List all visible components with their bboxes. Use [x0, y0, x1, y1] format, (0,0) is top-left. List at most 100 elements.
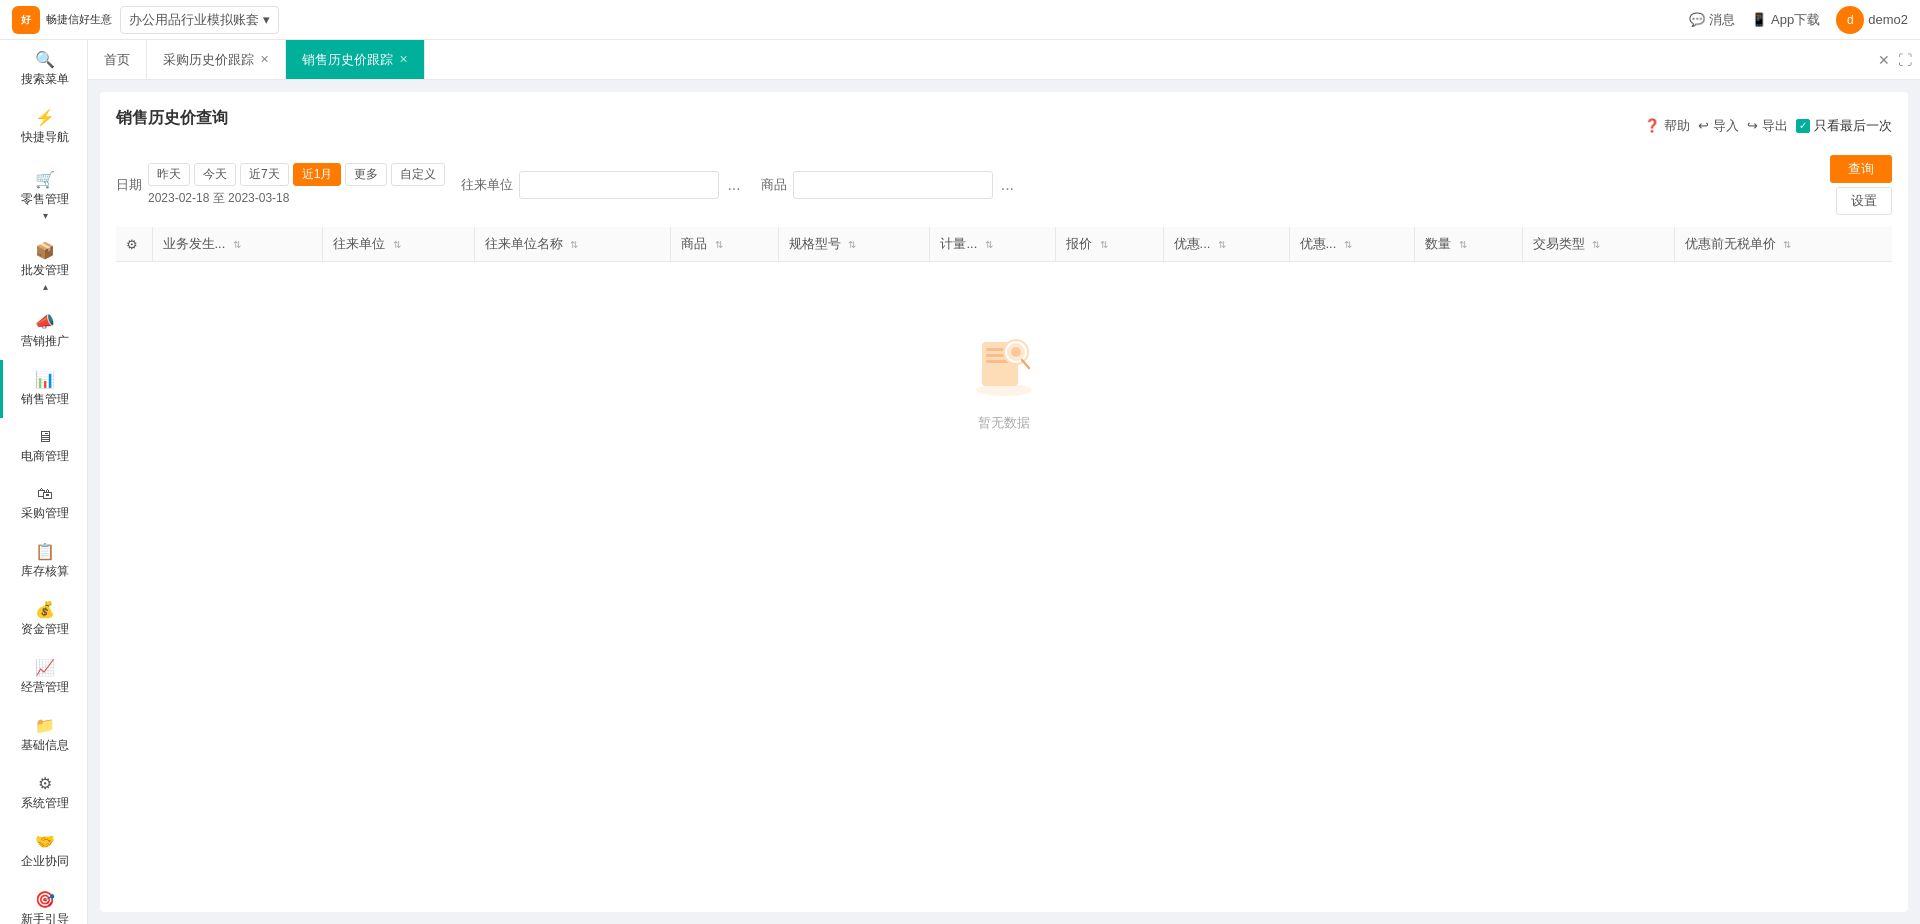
settings-button[interactable]: 设置	[1836, 187, 1892, 215]
main-layout: 🔍 搜索菜单 ⚡ 快捷导航 🛒 零售管理 ▾ 📦 批发管理 ▴ 📣 营销推广 📊…	[0, 40, 1920, 924]
date-btn-last7[interactable]: 近7天	[240, 163, 289, 186]
system-icon: ⚙	[38, 774, 52, 793]
sidebar-item-system[interactable]: ⚙ 系统管理	[0, 764, 87, 822]
th-spec[interactable]: 规格型号 ⇅	[778, 227, 930, 262]
th-trade-type[interactable]: 交易类型 ⇅	[1522, 227, 1674, 262]
sidebar-label-ecommerce: 电商管理	[21, 448, 69, 465]
page-content: 销售历史价查询 ❓ 帮助 ↩ 导入 ↪ 导出	[88, 80, 1920, 924]
sidebar-item-finance[interactable]: 💰 资金管理	[0, 590, 87, 648]
tab-purchase-history[interactable]: 采购历史价跟踪 ✕	[147, 40, 286, 79]
chevron-up-icon: ▴	[43, 281, 48, 292]
th-partner-code[interactable]: 往来单位 ⇅	[322, 227, 474, 262]
help-action[interactable]: ❓ 帮助	[1644, 117, 1690, 135]
sort-arrows-partner: ⇅	[393, 239, 401, 250]
empty-text: 暂无数据	[978, 414, 1030, 432]
enterprise-icon: 🤝	[35, 832, 55, 851]
date-btn-yesterday[interactable]: 昨天	[148, 163, 190, 186]
logo-area: 好 畅捷信好生意	[12, 6, 112, 34]
only-last-checkbox-label[interactable]: ✓ 只看最后一次	[1796, 117, 1892, 135]
tab-sales-history[interactable]: 销售历史价跟踪 ✕	[286, 40, 425, 79]
th-gear[interactable]: ⚙	[116, 227, 152, 262]
product-input[interactable]	[793, 171, 993, 199]
sidebar-item-quick-nav[interactable]: ⚡ 快捷导航	[0, 98, 87, 156]
tabs-close-all-icon[interactable]: ✕	[1878, 52, 1890, 68]
sales-icon: 📊	[35, 370, 55, 389]
date-btn-last1m[interactable]: 近1月	[293, 163, 342, 186]
user-action[interactable]: d demo2	[1836, 6, 1908, 34]
th-discount2[interactable]: 优惠... ⇅	[1289, 227, 1415, 262]
sidebar-item-search-menu[interactable]: 🔍 搜索菜单	[0, 40, 87, 98]
query-button[interactable]: 查询	[1830, 155, 1892, 183]
product-picker-icon[interactable]: ...	[997, 176, 1018, 194]
sidebar-item-sales[interactable]: 📊 销售管理	[0, 360, 87, 418]
tab-purchase-label: 采购历史价跟踪	[163, 51, 254, 69]
quick-nav-icon: ⚡	[35, 108, 55, 127]
sidebar-item-enterprise[interactable]: 🤝 企业协同	[0, 822, 87, 880]
tab-purchase-close-icon[interactable]: ✕	[260, 53, 269, 66]
th-quantity[interactable]: 数量 ⇅	[1415, 227, 1522, 262]
table-container: ⚙ 业务发生... ⇅ 往来单位 ⇅	[116, 227, 1892, 492]
tab-home-label: 首页	[104, 51, 130, 69]
th-partner-name[interactable]: 往来单位名称 ⇅	[474, 227, 670, 262]
sort-arrows-trade: ⇅	[1592, 239, 1600, 250]
th-business-date-label: 业务发生...	[163, 236, 226, 251]
header-left: 好 畅捷信好生意 办公用品行业模拟账套 ▾	[12, 6, 279, 34]
page-title: 销售历史价查询	[116, 108, 228, 129]
th-pre-tax-label: 优惠前无税单价	[1685, 236, 1776, 251]
sidebar-item-retail[interactable]: 🛒 零售管理 ▾	[0, 160, 87, 231]
th-product[interactable]: 商品 ⇅	[671, 227, 778, 262]
message-action[interactable]: 💬 消息	[1689, 11, 1735, 29]
date-btn-custom[interactable]: 自定义	[391, 163, 445, 186]
sidebar-item-guide[interactable]: 🎯 新手引导	[0, 880, 87, 924]
tabs-expand-icon[interactable]: ⛶	[1898, 52, 1912, 68]
export-label: 导出	[1762, 117, 1788, 135]
gear-icon: ⚙	[126, 237, 138, 252]
phone-icon: 📱	[1751, 12, 1767, 27]
top-header: 好 畅捷信好生意 办公用品行业模拟账套 ▾ 💬 消息 📱 App下载 d dem…	[0, 0, 1920, 40]
partner-input[interactable]	[519, 171, 719, 199]
th-unit-label: 计量...	[940, 236, 977, 251]
app-selector-button[interactable]: 办公用品行业模拟账套 ▾	[120, 6, 279, 34]
sidebar-item-inventory[interactable]: 📋 库存核算	[0, 532, 87, 590]
sidebar-label-sales: 销售管理	[21, 391, 69, 408]
logo-text: 畅捷信好生意	[46, 12, 112, 26]
retail-icon: 🛒	[35, 170, 55, 189]
sidebar-label-retail: 零售管理	[21, 191, 69, 208]
sidebar-item-basic-info[interactable]: 📁 基础信息	[0, 706, 87, 764]
help-label: 帮助	[1664, 117, 1690, 135]
sidebar-label-inventory: 库存核算	[21, 563, 69, 580]
sidebar-item-ecommerce[interactable]: 🖥 电商管理	[0, 418, 87, 475]
content-area: 首页 采购历史价跟踪 ✕ 销售历史价跟踪 ✕ ✕ ⛶ 销售历史价查询	[88, 40, 1920, 924]
sidebar-label-wholesale: 批发管理	[21, 262, 69, 279]
tab-home[interactable]: 首页	[88, 40, 147, 79]
export-action[interactable]: ↪ 导出	[1747, 117, 1788, 135]
search-icon: 🔍	[35, 50, 55, 69]
only-last-label: 只看最后一次	[1814, 117, 1892, 135]
partner-label: 往来单位	[461, 176, 513, 194]
sidebar-item-operations[interactable]: 📈 经营管理	[0, 648, 87, 706]
app-selector-label: 办公用品行业模拟账套	[129, 11, 259, 29]
sidebar-item-wholesale[interactable]: 📦 批发管理 ▴	[0, 231, 87, 302]
only-last-checkbox[interactable]: ✓	[1796, 119, 1810, 133]
tab-sales-close-icon[interactable]: ✕	[399, 53, 408, 66]
date-filter: 昨天 今天 近7天 近1月 更多 自定义 2023-02-18 至 2023-0…	[148, 163, 445, 207]
th-unit[interactable]: 计量... ⇅	[930, 227, 1056, 262]
th-business-date[interactable]: 业务发生... ⇅	[152, 227, 322, 262]
partner-picker-icon[interactable]: ...	[723, 176, 744, 194]
sidebar-item-marketing[interactable]: 📣 营销推广	[0, 302, 87, 360]
import-action[interactable]: ↩ 导入	[1698, 117, 1739, 135]
data-table: ⚙ 业务发生... ⇅ 往来单位 ⇅	[116, 227, 1892, 262]
app-download-action[interactable]: 📱 App下载	[1751, 11, 1820, 29]
message-icon: 💬	[1689, 12, 1705, 27]
th-product-label: 商品	[681, 236, 707, 251]
sidebar-item-purchase[interactable]: 🛍 采购管理	[0, 475, 87, 532]
th-price[interactable]: 报价 ⇅	[1056, 227, 1163, 262]
table-header: ⚙ 业务发生... ⇅ 往来单位 ⇅	[116, 227, 1892, 262]
th-discount1[interactable]: 优惠... ⇅	[1163, 227, 1289, 262]
th-pre-tax-price[interactable]: 优惠前无税单价 ⇅	[1674, 227, 1892, 262]
date-label: 日期	[116, 176, 142, 194]
date-btn-more[interactable]: 更多	[345, 163, 387, 186]
chevron-down-icon: ▾	[43, 210, 48, 221]
date-btn-today[interactable]: 今天	[194, 163, 236, 186]
product-filter-group: 商品 ...	[761, 171, 1018, 199]
